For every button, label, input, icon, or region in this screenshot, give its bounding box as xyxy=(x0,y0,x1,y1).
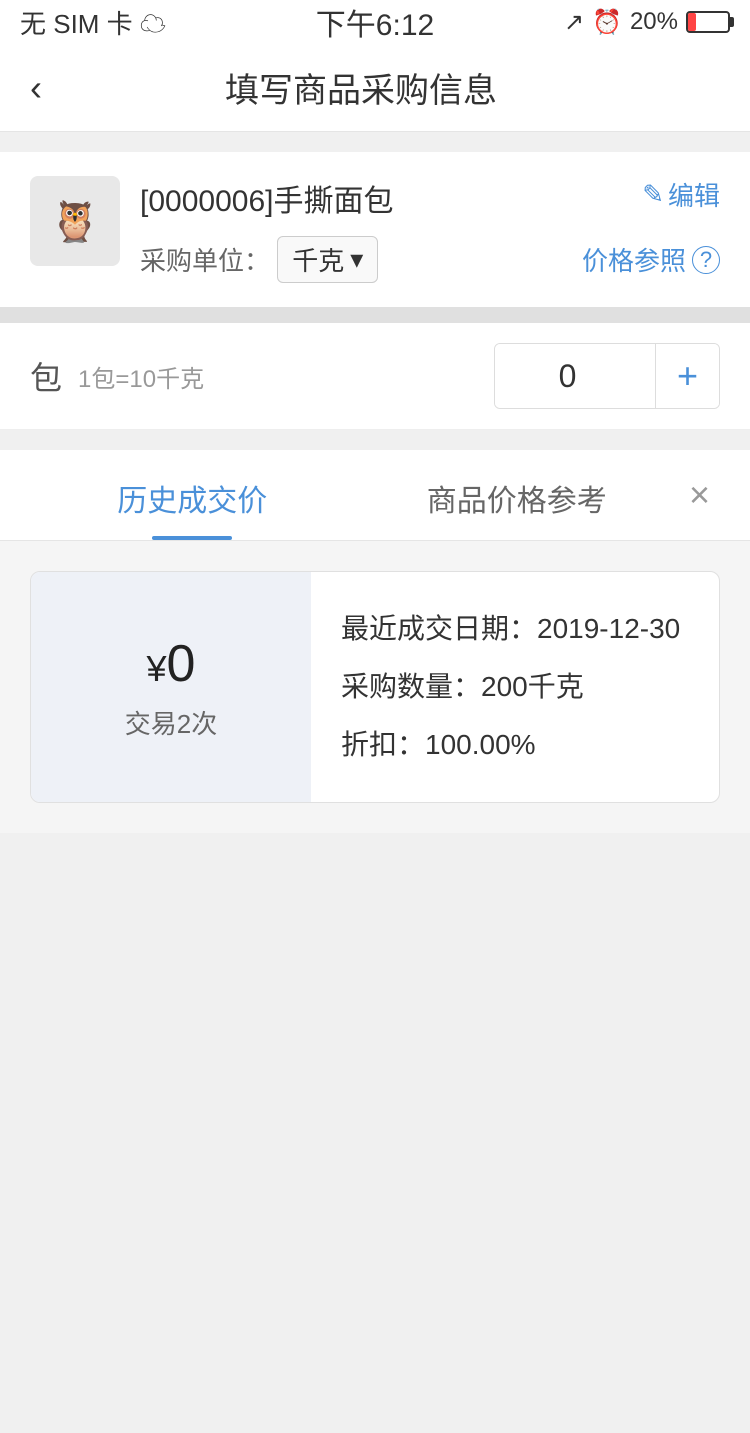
section-divider xyxy=(0,307,750,323)
purchase-quantity-row: 采购数量：200千克 xyxy=(341,666,689,708)
tab-product-price-ref[interactable]: 商品价格参考 xyxy=(354,450,678,540)
quantity-input[interactable] xyxy=(495,344,655,408)
quantity-input-wrapper: + xyxy=(494,343,720,409)
history-price: ¥0 xyxy=(147,634,196,694)
quantity-row: 包 1包=10千克 + xyxy=(0,323,750,430)
discount-row: 折扣：100.00% xyxy=(341,724,689,766)
tabs-container: 历史成交价 商品价格参考 × ¥0 交易2次 最近成交日期：2019-12-30… xyxy=(0,450,750,833)
recent-date-label: 最近成交日期： xyxy=(341,613,537,644)
unit-label-text: 采购单位： xyxy=(140,246,270,276)
recent-date-row: 最近成交日期：2019-12-30 xyxy=(341,608,689,650)
trade-count: 交易2次 xyxy=(125,704,217,741)
battery-percent: 20% xyxy=(630,8,678,36)
quantity-plus-button[interactable]: + xyxy=(655,344,719,408)
tab-close-button[interactable]: × xyxy=(679,464,720,526)
product-thumbnail-icon: 🦉 xyxy=(50,198,100,245)
product-card: 🦉 [0000006]手撕面包 ✎ 编辑 采购单位： 千克 ▾ xyxy=(0,152,750,307)
tabs-header: 历史成交价 商品价格参考 × xyxy=(0,450,750,541)
edit-label: 编辑 xyxy=(668,176,720,213)
recent-date-value: 2019-12-30 xyxy=(537,613,680,644)
purchase-quantity-label: 采购数量： xyxy=(341,671,481,702)
dropdown-arrow-icon: ▾ xyxy=(350,244,363,275)
tab-history-price[interactable]: 历史成交价 xyxy=(30,450,354,540)
history-content: ¥0 交易2次 最近成交日期：2019-12-30 采购数量：200千克 折扣：… xyxy=(0,541,750,833)
main-content xyxy=(0,833,750,1433)
unit-select[interactable]: 千克 ▾ xyxy=(277,236,378,283)
battery-icon xyxy=(686,11,730,33)
product-thumbnail: 🦉 xyxy=(30,176,120,266)
back-button[interactable]: ‹ xyxy=(30,57,62,119)
discount-value: 100.00% xyxy=(425,729,536,760)
nav-bar: ‹ 填写商品采购信息 xyxy=(0,44,750,132)
product-title-row: [0000006]手撕面包 ✎ 编辑 xyxy=(140,176,720,220)
status-bar: 无 SIM 卡 ☁ 下午6:12 ↗ ⏰ 20% xyxy=(0,0,750,44)
history-card: ¥0 交易2次 最近成交日期：2019-12-30 采购数量：200千克 折扣：… xyxy=(30,571,720,803)
page-title: 填写商品采购信息 xyxy=(62,63,660,112)
history-price-section: ¥0 交易2次 xyxy=(31,572,311,802)
signal-text: 无 SIM 卡 ☁ xyxy=(20,4,166,41)
unit-label: 采购单位： 千克 ▾ xyxy=(140,236,378,283)
edit-icon: ✎ xyxy=(642,179,664,210)
alarm-icon: ⏰ xyxy=(592,8,622,37)
unit-badge: 包 xyxy=(30,353,62,399)
unit-row: 采购单位： 千克 ▾ 价格参照 ? xyxy=(140,236,720,283)
price-value: 0 xyxy=(167,635,196,693)
price-ref-button[interactable]: 价格参照 ? xyxy=(582,241,720,278)
status-time: 下午6:12 xyxy=(316,0,434,44)
location-icon: ↗ xyxy=(564,8,584,37)
product-info: [0000006]手撕面包 ✎ 编辑 采购单位： 千克 ▾ 价格参照 ? xyxy=(140,176,720,283)
unit-conversion-note: 1包=10千克 xyxy=(78,359,494,394)
price-ref-label: 价格参照 xyxy=(582,241,686,278)
yen-symbol: ¥ xyxy=(147,648,167,689)
edit-button[interactable]: ✎ 编辑 xyxy=(642,176,720,213)
discount-label: 折扣： xyxy=(341,729,425,760)
price-ref-help-icon: ? xyxy=(692,246,720,274)
purchase-quantity-value: 200千克 xyxy=(481,671,584,702)
status-right: ↗ ⏰ 20% xyxy=(564,8,730,37)
history-detail-section: 最近成交日期：2019-12-30 采购数量：200千克 折扣：100.00% xyxy=(311,572,719,802)
product-name: [0000006]手撕面包 xyxy=(140,176,393,220)
product-header: 🦉 [0000006]手撕面包 ✎ 编辑 采购单位： 千克 ▾ xyxy=(30,176,720,283)
unit-value: 千克 xyxy=(292,241,344,278)
status-left: 无 SIM 卡 ☁ xyxy=(20,4,166,41)
